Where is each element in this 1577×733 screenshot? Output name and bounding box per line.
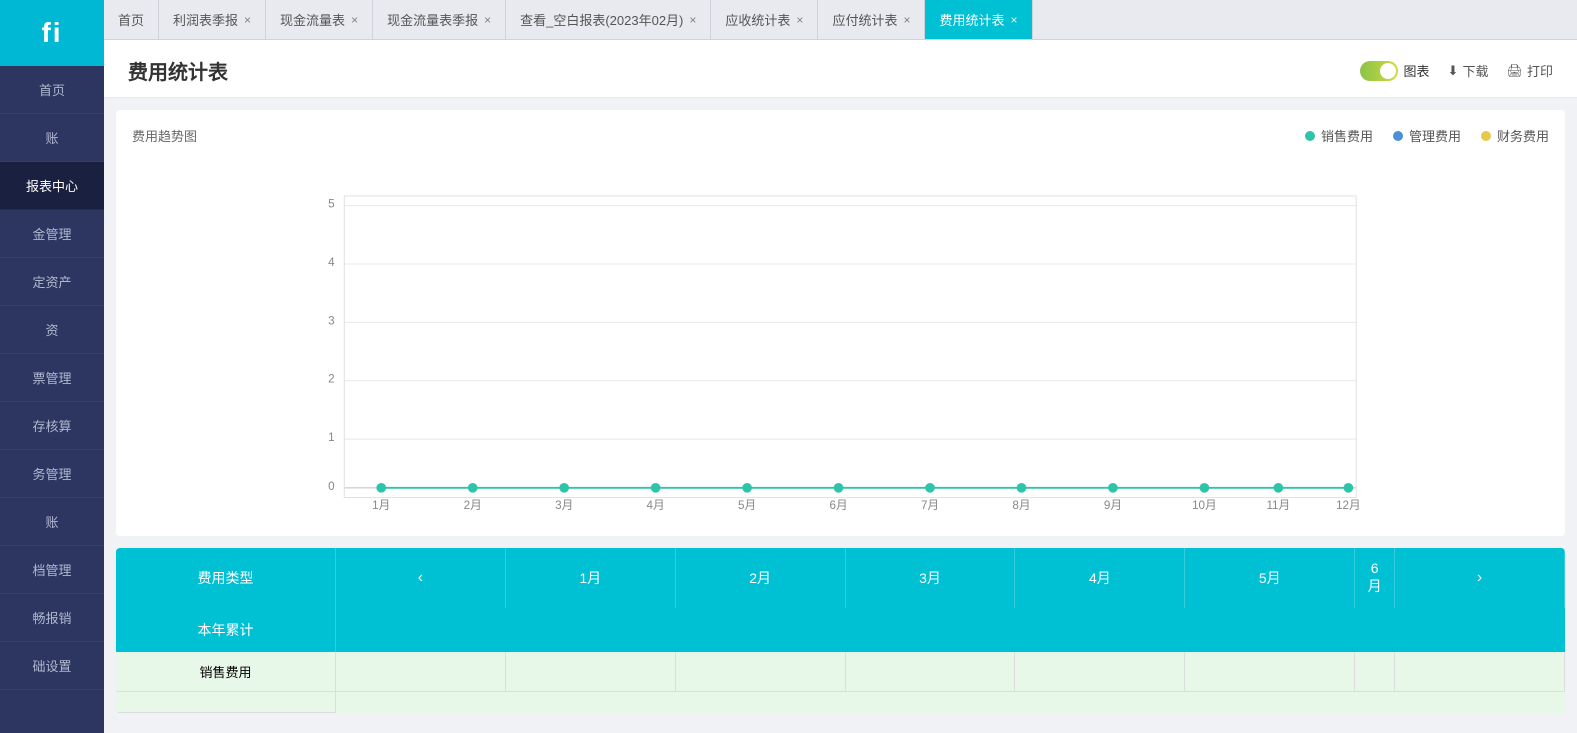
sidebar-item-assets[interactable]: 定资产 — [0, 258, 104, 306]
sidebar-item-reports[interactable]: 报表中心 — [0, 162, 104, 210]
tab-blank-report[interactable]: 查看_空白报表(2023年02月) × — [506, 0, 711, 39]
close-tab-profit-quarterly[interactable]: × — [244, 13, 251, 27]
chart-toggle[interactable] — [1360, 61, 1398, 81]
table-cell-m1 — [506, 652, 676, 692]
svg-text:3: 3 — [328, 314, 334, 327]
table-header-m2: 2月 — [676, 548, 846, 608]
download-icon: ⬇ — [1448, 63, 1459, 79]
main-area: 首页 利润表季报 × 现金流量表 × 现金流量表季报 × 查看_空白报表(202… — [104, 0, 1577, 733]
legend-dot-finance — [1481, 131, 1491, 141]
tabs-bar: 首页 利润表季报 × 现金流量表 × 现金流量表季报 × 查看_空白报表(202… — [104, 0, 1577, 40]
close-tab-blank-report[interactable]: × — [689, 13, 696, 27]
table-cell-m3 — [846, 652, 1016, 692]
tab-receivable[interactable]: 应收统计表 × — [711, 0, 818, 39]
svg-text:9月: 9月 — [1104, 499, 1122, 512]
table-header-total: 本年累计 — [116, 608, 336, 652]
legend-sales: 销售费用 — [1305, 126, 1373, 145]
table-cell-m4 — [1015, 652, 1185, 692]
table-cell-m5 — [1185, 652, 1355, 692]
tab-cashflow[interactable]: 现金流量表 × — [266, 0, 373, 39]
table-header-m1: 1月 — [506, 548, 676, 608]
legend-label-finance: 财务费用 — [1497, 126, 1549, 145]
tab-expense-stats[interactable]: 费用统计表 × — [925, 0, 1032, 39]
svg-text:10月: 10月 — [1192, 499, 1217, 512]
line-chart-svg: 5 4 3 2 1 0 1月 2月 — [132, 157, 1549, 517]
svg-text:12月: 12月 — [1336, 499, 1361, 512]
header-actions: 图表 ⬇ 下载 🖨 打印 — [1360, 61, 1553, 81]
legend-dot-sales — [1305, 131, 1315, 141]
svg-text:0: 0 — [328, 480, 335, 493]
page-header: 费用统计表 图表 ⬇ 下载 🖨 打印 — [104, 40, 1577, 98]
sidebar: fi 首页 账 报表中心 金管理 定资产 资 票管理 存核算 务管理 账 档管理… — [0, 0, 104, 733]
chart-section: 费用趋势图 销售费用 管理费用 财务费用 — [116, 110, 1565, 536]
table-cell-m6 — [1355, 652, 1395, 692]
close-tab-cashflow-quarterly[interactable]: × — [484, 13, 491, 27]
legend-finance: 财务费用 — [1481, 126, 1549, 145]
chart-legend: 销售费用 管理费用 财务费用 — [1305, 126, 1549, 145]
table-cell-empty-nav — [336, 652, 506, 692]
chart-header: 费用趋势图 销售费用 管理费用 财务费用 — [132, 126, 1549, 145]
svg-text:8月: 8月 — [1012, 499, 1030, 512]
close-tab-payable[interactable]: × — [903, 13, 910, 27]
sidebar-item-ledger[interactable]: 账 — [0, 498, 104, 546]
legend-label-sales: 销售费用 — [1321, 126, 1373, 145]
close-tab-receivable[interactable]: × — [796, 13, 803, 27]
legend-admin: 管理费用 — [1393, 126, 1461, 145]
sidebar-item-expense[interactable]: 畅报销 — [0, 594, 104, 642]
svg-text:6月: 6月 — [829, 499, 847, 512]
page-content: 费用统计表 图表 ⬇ 下载 🖨 打印 费用趋势图 — [104, 40, 1577, 733]
svg-text:1月: 1月 — [372, 499, 390, 512]
svg-text:1: 1 — [328, 431, 334, 444]
page-title: 费用统计表 — [128, 56, 228, 85]
svg-text:5月: 5月 — [738, 499, 756, 512]
sidebar-item-account[interactable]: 账 — [0, 114, 104, 162]
table-nav-prev[interactable]: ‹ — [336, 548, 506, 608]
table-section: 费用类型 ‹ 1月 2月 3月 4月 5月 6月 › 本年累计 销售费用 — [116, 548, 1565, 713]
sidebar-item-salary[interactable]: 资 — [0, 306, 104, 354]
print-icon: 🖨 — [1506, 63, 1523, 79]
svg-text:2: 2 — [328, 373, 334, 386]
tab-payable[interactable]: 应付统计表 × — [818, 0, 925, 39]
logo: fi — [0, 0, 104, 66]
sidebar-item-service[interactable]: 务管理 — [0, 450, 104, 498]
sidebar-item-cash[interactable]: 金管理 — [0, 210, 104, 258]
chart-toggle-label: 图表 — [1404, 61, 1430, 80]
svg-text:11月: 11月 — [1266, 499, 1290, 512]
print-button[interactable]: 🖨 打印 — [1506, 61, 1553, 80]
table-header-m3: 3月 — [846, 548, 1016, 608]
svg-text:3月: 3月 — [555, 499, 573, 512]
legend-label-admin: 管理费用 — [1409, 126, 1461, 145]
table-row-sales: 销售费用 — [116, 652, 1565, 713]
tab-home[interactable]: 首页 — [104, 0, 159, 39]
svg-text:4月: 4月 — [647, 499, 665, 512]
sidebar-item-invoice[interactable]: 票管理 — [0, 354, 104, 402]
svg-text:2月: 2月 — [464, 499, 482, 512]
sidebar-item-settings[interactable]: 础设置 — [0, 642, 104, 690]
table-cell-m2 — [676, 652, 846, 692]
sidebar-item-files[interactable]: 档管理 — [0, 546, 104, 594]
table-nav-next[interactable]: › — [1395, 548, 1565, 608]
chart-title: 费用趋势图 — [132, 126, 197, 145]
table-header-m6: 6月 — [1355, 548, 1395, 608]
close-tab-expense-stats[interactable]: × — [1010, 13, 1017, 27]
legend-dot-admin — [1393, 131, 1403, 141]
chart-toggle-wrap: 图表 — [1360, 61, 1430, 81]
tab-profit-quarterly[interactable]: 利润表季报 × — [159, 0, 266, 39]
svg-text:5: 5 — [328, 198, 334, 211]
tab-cashflow-quarterly[interactable]: 现金流量表季报 × — [373, 0, 506, 39]
table-cell-nav-empty — [1395, 652, 1565, 692]
table-cell-total — [116, 692, 336, 713]
sidebar-item-home[interactable]: 首页 — [0, 66, 104, 114]
svg-text:7月: 7月 — [921, 499, 939, 512]
table-header-type: 费用类型 — [116, 548, 336, 608]
table-header-m4: 4月 — [1015, 548, 1185, 608]
sidebar-item-inventory[interactable]: 存核算 — [0, 402, 104, 450]
table-header-row: 费用类型 ‹ 1月 2月 3月 4月 5月 6月 › 本年累计 — [116, 548, 1565, 652]
svg-text:4: 4 — [328, 256, 335, 269]
table-cell-type: 销售费用 — [116, 652, 336, 692]
close-tab-cashflow[interactable]: × — [351, 13, 358, 27]
chart-area: 5 4 3 2 1 0 1月 2月 — [132, 157, 1549, 520]
download-button[interactable]: ⬇ 下载 — [1448, 61, 1489, 80]
table-header-m5: 5月 — [1185, 548, 1355, 608]
